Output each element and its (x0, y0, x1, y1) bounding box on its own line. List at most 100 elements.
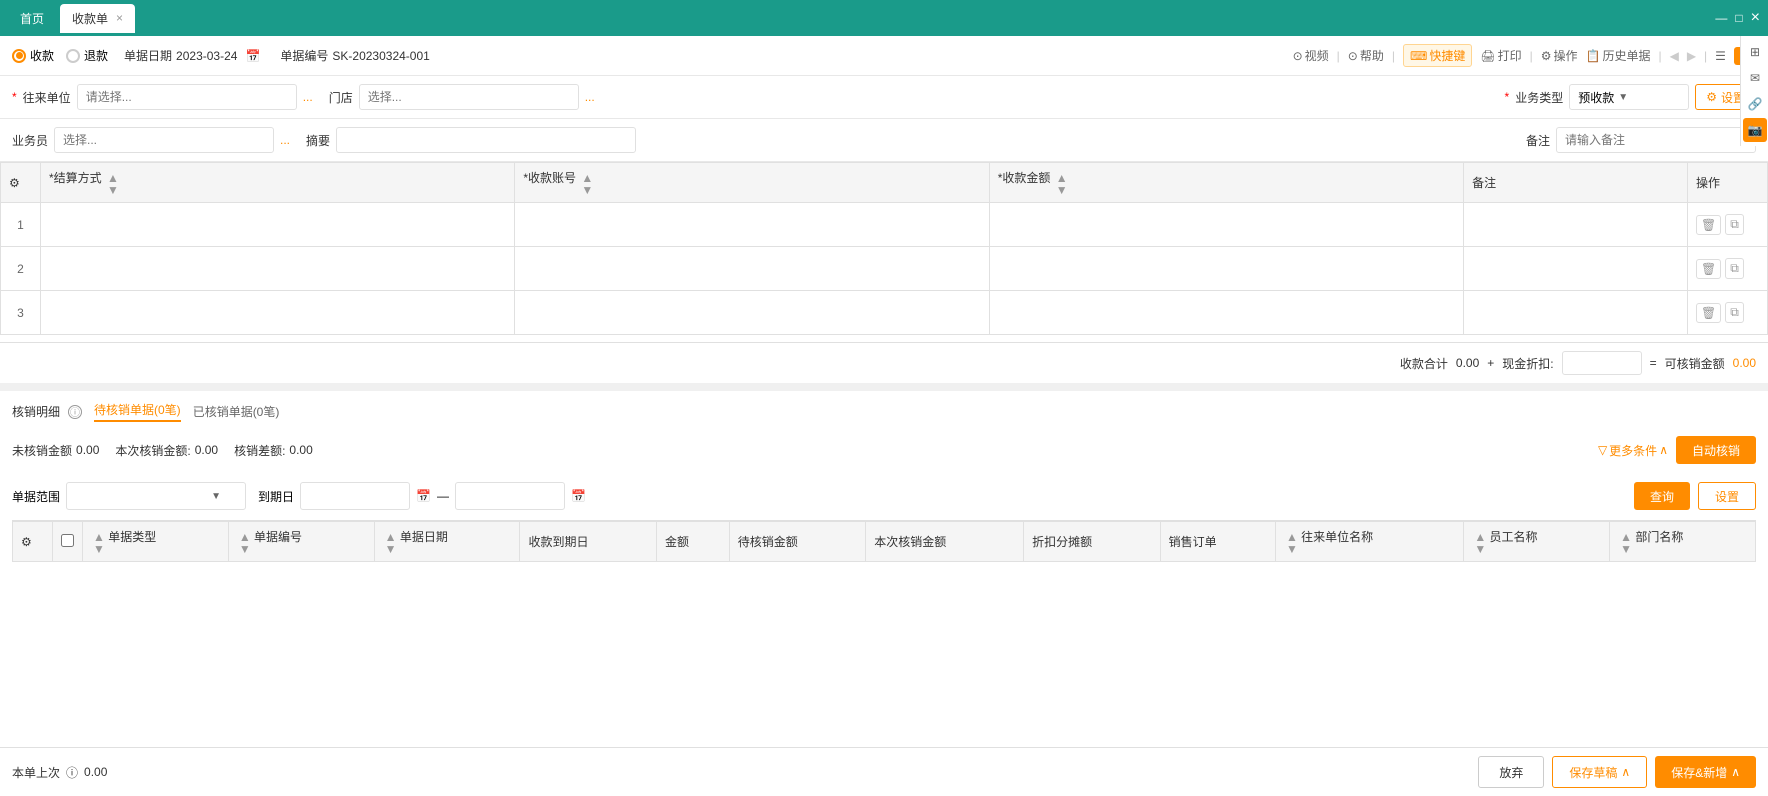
account-cell-2[interactable] (515, 247, 989, 291)
section-divider (0, 383, 1768, 391)
row-num-3: 3 (1, 291, 41, 335)
bottom-table-container: ⚙ ▲▼ 单据类型 ▲▼ 单据编号 (12, 521, 1756, 562)
operate-btn[interactable]: ⚙ 操作 (1541, 47, 1578, 64)
uncleared-label: 未核销金额 (12, 442, 72, 459)
partner-label: 往来单位 (23, 89, 71, 106)
doc-type-header: ▲▼ 单据类型 (83, 522, 229, 562)
tab-label: 收款单 (72, 10, 108, 27)
home-tab[interactable]: 首页 (8, 4, 56, 33)
settlement-cell-2[interactable] (41, 247, 515, 291)
calendar-from-icon[interactable]: 📅 (416, 489, 431, 503)
select-all-checkbox[interactable] (61, 534, 74, 547)
table-gear-header[interactable]: ⚙ (1, 163, 41, 203)
radio-receive[interactable]: 收款 (12, 47, 54, 64)
window-minimize[interactable]: — (1715, 11, 1727, 25)
history-btn[interactable]: 📋 历史单据 (1585, 47, 1650, 64)
copy-btn-1[interactable]: ⧉ (1725, 214, 1744, 235)
prev-btn[interactable]: ◀ (1670, 49, 1679, 63)
remark-cell-3[interactable] (1464, 291, 1688, 335)
amount-cell-3[interactable] (989, 291, 1463, 335)
search-setting-btn[interactable]: 设置 (1698, 482, 1756, 510)
table-row: 3 🗑 ⧉ (1, 291, 1768, 335)
amount-cell-1[interactable] (989, 203, 1463, 247)
next-btn[interactable]: ▶ (1687, 49, 1696, 63)
calendar-to-icon[interactable]: 📅 (571, 489, 586, 503)
save-draft-btn[interactable]: 保存草稿 ∧ (1552, 756, 1647, 788)
remark-cell-1[interactable] (1464, 203, 1688, 247)
action-cell-1: 🗑 ⧉ (1688, 203, 1768, 247)
top-nav: 首页 收款单 × — □ × (0, 0, 1768, 36)
calendar-icon[interactable]: 📅 (241, 47, 264, 65)
business-type-required: * (1505, 90, 1510, 104)
delete-btn-2[interactable]: 🗑 (1696, 259, 1721, 279)
summary-input[interactable] (336, 127, 636, 153)
delete-btn-3[interactable]: 🗑 (1696, 303, 1721, 323)
operation-header: 操作 (1688, 163, 1768, 203)
more-conditions-btn[interactable]: ▽ 更多条件 ∧ (1598, 442, 1668, 459)
date-value[interactable]: 2023-03-24 (176, 49, 237, 63)
section-title: 核销明细 ⓘ (12, 403, 82, 420)
abandon-btn[interactable]: 放弃 (1478, 756, 1544, 788)
delete-btn-1[interactable]: 🗑 (1696, 215, 1721, 235)
settlement-cell-3[interactable] (41, 291, 515, 335)
tab-pending[interactable]: 待核销单据(0笔) (94, 401, 181, 422)
remark-cell-2[interactable] (1464, 247, 1688, 291)
settlement-header: *结算方式 ▲▼ (41, 163, 515, 203)
bottom-left-info: 本单上次 ⓘ 0.00 (12, 764, 107, 781)
main-table: ⚙ *结算方式 ▲▼ *收款账号 ▲▼ *收款金额 ▲▼ 备注 操作 (0, 162, 1768, 335)
partner-name-header: ▲▼ 往来单位名称 (1275, 522, 1463, 562)
tab-verified[interactable]: 已核销单据(0笔) (193, 403, 280, 420)
remark-input[interactable] (1556, 127, 1756, 153)
store-dots[interactable]: ... (585, 90, 595, 104)
partner-dots[interactable]: ... (303, 90, 313, 104)
table-row: 2 🗑 ⧉ (1, 247, 1768, 291)
help-btn[interactable]: ⊙ 帮助 (1348, 47, 1384, 64)
range-select[interactable]: ▼ (66, 482, 246, 510)
form-row-1: * 往来单位 ... 门店 ... * 业务类型 预收款 ▼ ⚙ 设置 (0, 76, 1768, 119)
account-cell-3[interactable] (515, 291, 989, 335)
pending-amount-header: 待核销金额 (729, 522, 866, 562)
radio-refund[interactable]: 退款 (66, 47, 108, 64)
partner-field: * 往来单位 ... (12, 84, 313, 110)
sidebar-table-icon[interactable]: ⊞ (1743, 40, 1767, 64)
current-value: 0.00 (195, 443, 218, 457)
sidebar-email-icon[interactable]: ✉ (1743, 66, 1767, 90)
sidebar-link-icon[interactable]: 🔗 (1743, 92, 1767, 116)
window-close[interactable]: × (1751, 9, 1760, 27)
save-new-label: 保存&新增 (1671, 764, 1727, 781)
date-from-input[interactable]: 2022-04-01 (300, 482, 410, 510)
amount-cell-2[interactable] (989, 247, 1463, 291)
current-amount-header: 本次核销金额 (866, 522, 1024, 562)
partner-input[interactable] (77, 84, 297, 110)
discount-input[interactable] (1562, 351, 1642, 375)
copy-btn-2[interactable]: ⧉ (1725, 258, 1744, 279)
radio-receive-circle (12, 49, 26, 63)
store-input[interactable] (359, 84, 579, 110)
business-type-select[interactable]: 预收款 ▼ (1569, 84, 1689, 110)
account-cell-1[interactable] (515, 203, 989, 247)
shortcut-btn[interactable]: ⌨ 快捷键 (1403, 44, 1472, 67)
info-icon-bottom: ⓘ (66, 764, 78, 781)
form-row-2: 业务员 ... 摘要 备注 (0, 119, 1768, 162)
salesman-dots[interactable]: ... (280, 133, 290, 147)
sidebar-camera-icon[interactable]: 📷 (1743, 118, 1767, 142)
search-row: 单据范围 ▼ 到期日 2022-04-01 📅 — 2022-04-12 📅 查… (12, 472, 1756, 521)
tab-close-btn[interactable]: × (116, 11, 123, 25)
radio-receive-label: 收款 (30, 47, 54, 64)
copy-btn-3[interactable]: ⧉ (1725, 302, 1744, 323)
query-btn[interactable]: 查询 (1634, 482, 1690, 510)
type-radio-group: 收款 退款 (12, 47, 108, 64)
range-label: 单据范围 (12, 488, 60, 505)
date-to-input[interactable]: 2022-04-12 (455, 482, 565, 510)
video-btn[interactable]: ⊙ 视频 (1293, 47, 1329, 64)
active-tab[interactable]: 收款单 × (60, 4, 135, 33)
print-btn[interactable]: 🖨 打印 (1480, 47, 1521, 64)
window-maximize[interactable]: □ (1735, 11, 1742, 25)
equals-label: = (1650, 356, 1657, 370)
auto-verify-btn[interactable]: 自动核销 (1676, 436, 1756, 464)
gear-icon-bottom[interactable]: ⚙ (21, 535, 32, 549)
salesman-input[interactable] (54, 127, 274, 153)
save-new-btn[interactable]: 保存&新增 ∧ (1655, 756, 1756, 788)
list-view-btn[interactable]: ☰ (1715, 49, 1726, 63)
settlement-cell-1[interactable] (41, 203, 515, 247)
